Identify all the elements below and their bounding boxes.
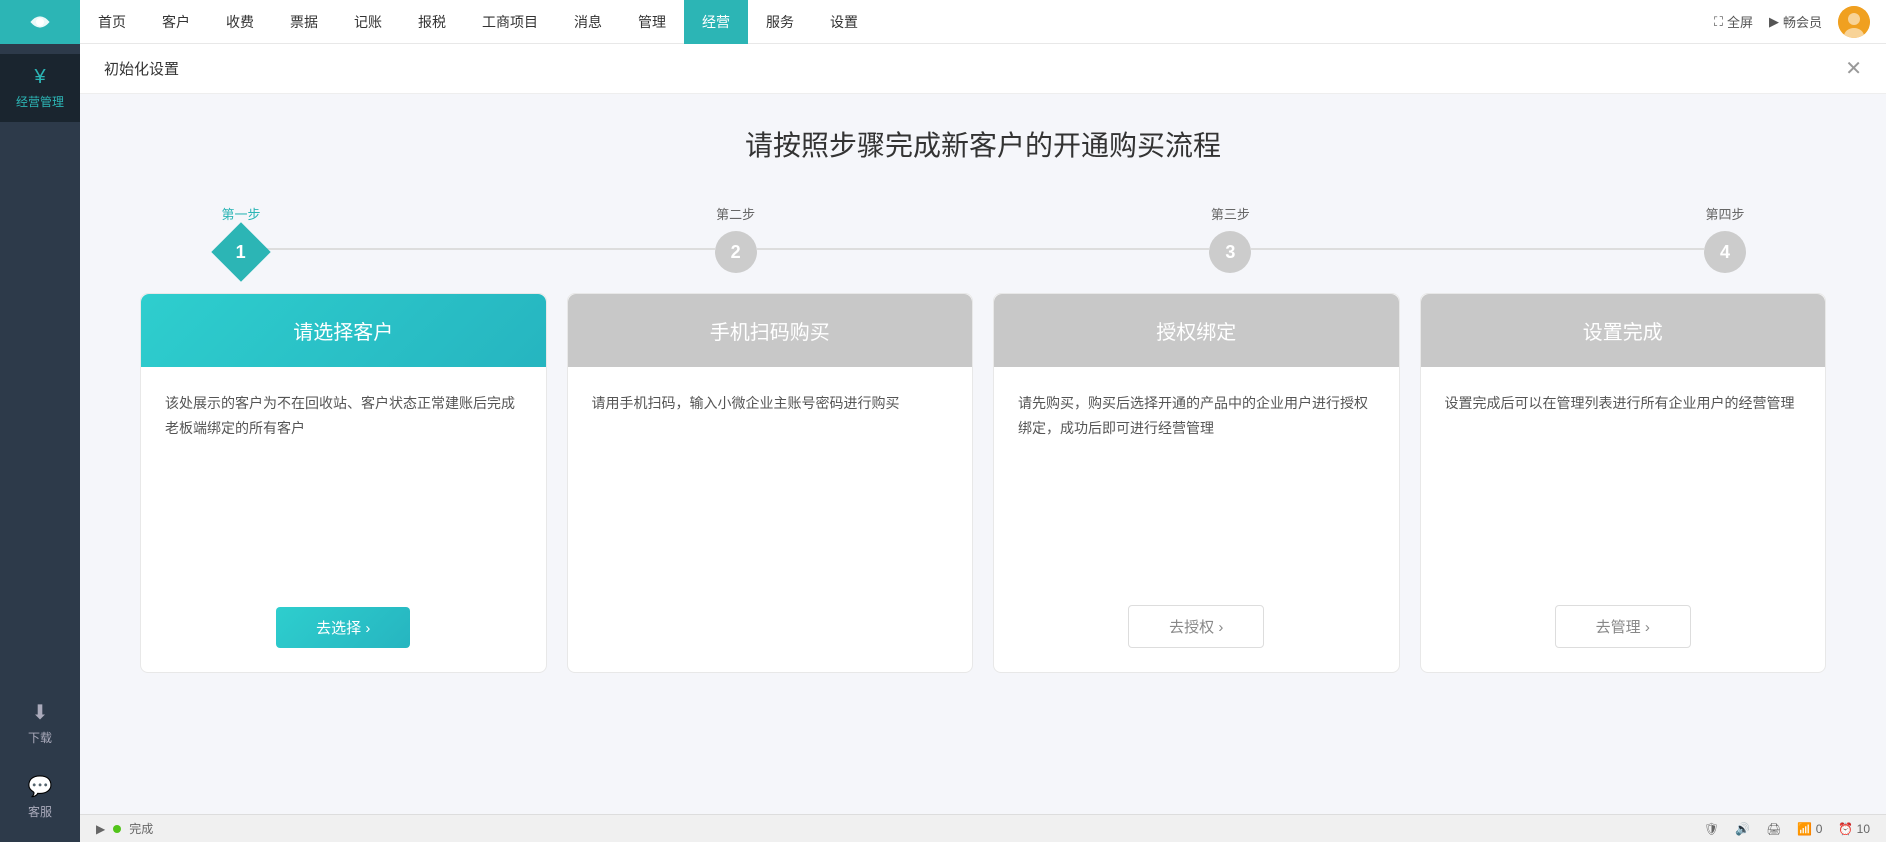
close-button[interactable]: ✕ [1845, 59, 1862, 79]
step-card-body-2: 请用手机扫码，输入小微企业主账号密码进行购买 [568, 367, 973, 632]
nav-item-service[interactable]: 服务 [748, 0, 812, 44]
step-label-1: 第一步 [221, 204, 260, 223]
step-cards: 请选择客户 该处展示的客户为不在回收站、客户状态正常建账后完成老板端绑定的所有客… [140, 293, 1826, 673]
step-card-header-4: 设置完成 [1421, 294, 1826, 367]
volume-icon[interactable]: 🔊 [1735, 822, 1750, 836]
status-bar: ▶ 完成 🛡 🔊 🖨 📶 0 ⏰ 10 [80, 814, 1886, 842]
nav-item-account[interactable]: 记账 [336, 0, 400, 44]
fullscreen-icon: ⛶ [1714, 14, 1723, 30]
step-card-2: 手机扫码购买 请用手机扫码，输入小微企业主账号密码进行购买 [567, 293, 974, 673]
sidebar-label-download: 下载 [28, 729, 52, 746]
nav-logo [0, 0, 80, 44]
status-bar-right: 🛡 🔊 🖨 📶 0 ⏰ 10 [1704, 822, 1870, 836]
step-card-footer-3: 去授权 › [994, 589, 1399, 672]
sidebar-label-business: 经营管理 [16, 93, 64, 110]
step-connector-1 [262, 248, 715, 250]
step-card-header-1: 请选择客户 [141, 294, 546, 367]
step-card-body-3: 请先购买，购买后选择开通的产品中的企业用户进行授权绑定，成功后即可进行经营管理 [994, 367, 1399, 589]
status-label: 完成 [129, 820, 153, 837]
step-circle-1: 1 [211, 222, 270, 281]
sidebar: ¥ 经营管理 ⬇ 下载 💬 客服 [0, 44, 80, 842]
play-icon[interactable]: ▶ [96, 822, 105, 836]
step-label-4: 第四步 [1706, 204, 1745, 223]
download-icon: ⬇ [32, 700, 49, 725]
content-header: 初始化设置 ✕ [80, 44, 1886, 94]
vip-icon: ▶ [1769, 14, 1779, 30]
sidebar-label-support: 客服 [28, 803, 52, 820]
nav-item-message[interactable]: 消息 [556, 0, 620, 44]
steps-container: 请按照步骤完成新客户的开通购买流程 第一步 1 第二步 2 [80, 94, 1886, 814]
step-btn-3[interactable]: 去授权 › [1128, 605, 1264, 648]
sidebar-bottom: ⬇ 下载 💬 客服 [0, 688, 80, 842]
status-bar-left: ▶ 完成 [96, 820, 153, 837]
step-circle-4: 4 [1704, 231, 1746, 273]
step-node-4: 第四步 4 [1704, 204, 1746, 273]
top-nav: 首页 客户 收费 票据 记账 报税 工商项目 消息 管理 经营 服务 设置 ⛶ … [0, 0, 1886, 44]
nav-item-business[interactable]: 经营 [684, 0, 748, 44]
sidebar-item-support[interactable]: 💬 客服 [0, 762, 80, 832]
step-node-1: 第一步 1 [220, 204, 262, 273]
step-circle-3: 3 [1209, 231, 1251, 273]
nav-item-bill[interactable]: 票据 [272, 0, 336, 44]
shield-icon: 🛡 [1704, 822, 1719, 836]
step-btn-1[interactable]: 去选择 › [276, 607, 410, 648]
sidebar-item-download[interactable]: ⬇ 下载 [0, 688, 80, 758]
nav-item-manage[interactable]: 管理 [620, 0, 684, 44]
step-card-body-1: 该处展示的客户为不在回收站、客户状态正常建账后完成老板端绑定的所有客户 [141, 367, 546, 591]
step-connector-2 [757, 248, 1210, 250]
step-card-footer-4: 去管理 › [1421, 589, 1826, 672]
main-layout: ¥ 经营管理 ⬇ 下载 💬 客服 初始化设置 ✕ 请按照步骤完成新客户的开通购买… [0, 44, 1886, 842]
main-title: 请按照步骤完成新客户的开通购买流程 [140, 124, 1826, 164]
time-status: ⏰ 10 [1838, 822, 1870, 836]
nav-item-industry[interactable]: 工商项目 [464, 0, 556, 44]
network-status: 📶 0 [1797, 822, 1822, 836]
step-card-header-3: 授权绑定 [994, 294, 1399, 367]
step-connector-3 [1251, 248, 1704, 250]
step-label-2: 第二步 [716, 204, 755, 223]
step-label-3: 第三步 [1211, 204, 1250, 223]
step-node-3: 第三步 3 [1209, 204, 1251, 273]
page-title: 初始化设置 [104, 58, 179, 79]
support-icon: 💬 [28, 774, 53, 799]
step-card-1: 请选择客户 该处展示的客户为不在回收站、客户状态正常建账后完成老板端绑定的所有客… [140, 293, 547, 673]
step-btn-4[interactable]: 去管理 › [1555, 605, 1691, 648]
vip-btn[interactable]: ▶ 畅会员 [1769, 12, 1822, 31]
fullscreen-btn[interactable]: ⛶ 全屏 [1714, 12, 1753, 31]
nav-items: 首页 客户 收费 票据 记账 报税 工商项目 消息 管理 经营 服务 设置 [80, 0, 1714, 43]
sidebar-icon-business: ¥ [34, 66, 45, 89]
status-dot [113, 825, 121, 833]
step-card-header-2: 手机扫码购买 [568, 294, 973, 367]
step-card-4: 设置完成 设置完成后可以在管理列表进行所有企业用户的经营管理 去管理 › [1420, 293, 1827, 673]
nav-right: ⛶ 全屏 ▶ 畅会员 [1714, 6, 1886, 38]
nav-item-fee[interactable]: 收费 [208, 0, 272, 44]
step-card-body-4: 设置完成后可以在管理列表进行所有企业用户的经营管理 [1421, 367, 1826, 589]
step-circle-2: 2 [715, 231, 757, 273]
step-card-footer-1: 去选择 › [141, 591, 546, 672]
content-area: 初始化设置 ✕ 请按照步骤完成新客户的开通购买流程 第一步 1 第二步 [80, 44, 1886, 842]
nav-item-settings[interactable]: 设置 [812, 0, 876, 44]
step-node-2: 第二步 2 [715, 204, 757, 273]
print-icon: 🖨 [1766, 822, 1781, 836]
sidebar-item-business[interactable]: ¥ 经营管理 [0, 54, 80, 122]
nav-item-home[interactable]: 首页 [80, 0, 144, 44]
step-progress: 第一步 1 第二步 2 第三步 3 [140, 204, 1826, 273]
step-card-footer-2 [568, 632, 973, 672]
step-card-3: 授权绑定 请先购买，购买后选择开通的产品中的企业用户进行授权绑定，成功后即可进行… [993, 293, 1400, 673]
avatar[interactable] [1838, 6, 1870, 38]
nav-item-tax[interactable]: 报税 [400, 0, 464, 44]
nav-item-customer[interactable]: 客户 [144, 0, 208, 44]
